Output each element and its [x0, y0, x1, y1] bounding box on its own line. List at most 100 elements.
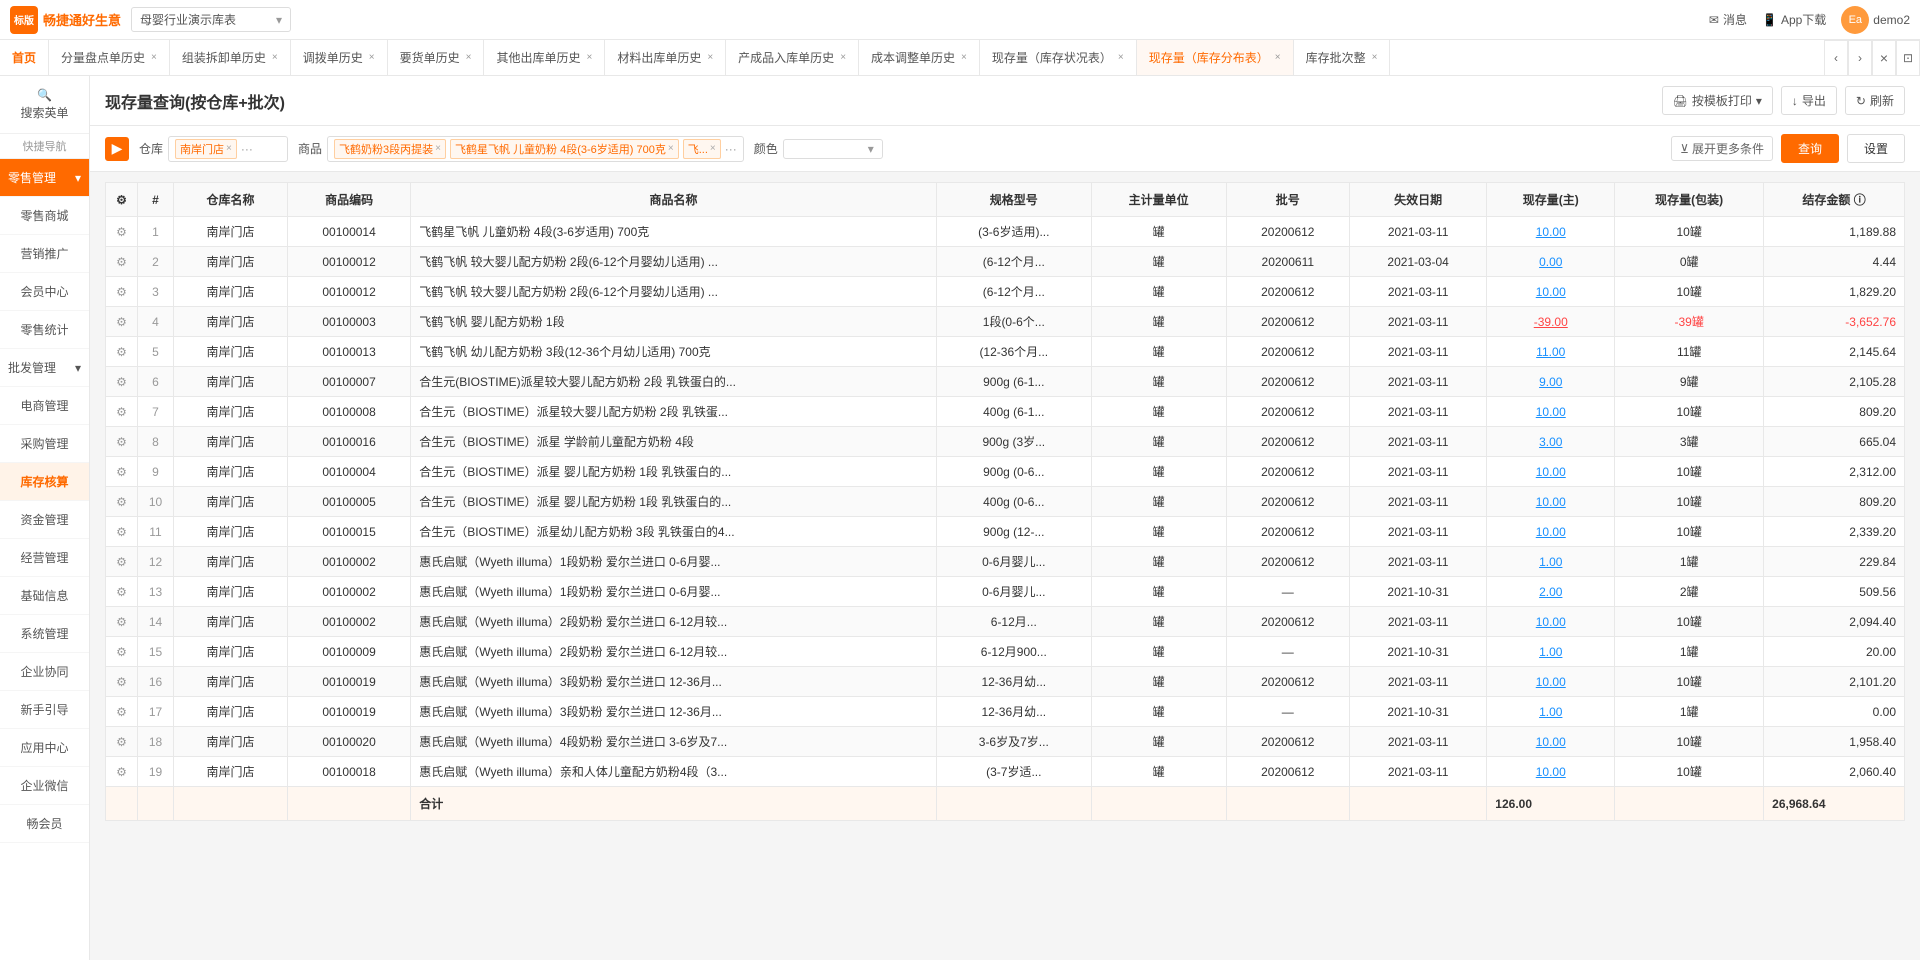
tab-home[interactable]: 首页: [0, 40, 49, 76]
row-qty-main[interactable]: 2.00: [1487, 577, 1615, 607]
row-gear[interactable]: ⚙: [106, 247, 138, 277]
close-icon[interactable]: ×: [586, 52, 592, 63]
close-icon[interactable]: ×: [961, 52, 967, 63]
close-icon[interactable]: ×: [1372, 52, 1378, 63]
row-qty-main[interactable]: 10.00: [1487, 727, 1615, 757]
row-gear[interactable]: ⚙: [106, 337, 138, 367]
row-qty-main[interactable]: 10.00: [1487, 517, 1615, 547]
close-icon[interactable]: ×: [707, 52, 713, 63]
sidebar-item-appstore[interactable]: 应用中心: [0, 729, 89, 767]
search-english-button[interactable]: 🔍 搜索英单: [5, 84, 84, 125]
row-gear[interactable]: ⚙: [106, 517, 138, 547]
row-qty-main[interactable]: 1.00: [1487, 547, 1615, 577]
sidebar-item-member[interactable]: 会员中心: [0, 273, 89, 311]
sidebar-item-finance[interactable]: 资金管理: [0, 501, 89, 539]
tab-product-in[interactable]: 产成品入库单历史 ×: [726, 40, 859, 76]
row-qty-main[interactable]: 11.00: [1487, 337, 1615, 367]
sidebar-item-shop[interactable]: 零售商城: [0, 197, 89, 235]
warehouse-tag-group[interactable]: 南岸门店 × ···: [168, 136, 288, 162]
row-gear[interactable]: ⚙: [106, 607, 138, 637]
close-icon[interactable]: ×: [1118, 52, 1124, 63]
filter-more-icon[interactable]: ···: [241, 142, 253, 156]
close-icon[interactable]: ×: [272, 52, 278, 63]
sidebar-item-vip[interactable]: 畅会员: [0, 805, 89, 843]
filter-toggle-button[interactable]: ▶: [105, 137, 129, 161]
row-gear[interactable]: ⚙: [106, 277, 138, 307]
sidebar-item-stats[interactable]: 零售统计: [0, 311, 89, 349]
row-qty-main[interactable]: 10.00: [1487, 397, 1615, 427]
tag-remove-icon[interactable]: ×: [435, 143, 441, 154]
row-qty-main[interactable]: 10.00: [1487, 217, 1615, 247]
row-qty-main[interactable]: 10.00: [1487, 667, 1615, 697]
row-qty-main[interactable]: 10.00: [1487, 487, 1615, 517]
company-selector[interactable]: 母婴行业演示库表 ▾: [131, 7, 291, 32]
tab-require[interactable]: 要货单历史 ×: [388, 40, 485, 76]
tag-remove-icon[interactable]: ×: [668, 143, 674, 154]
tab-material-out[interactable]: 材料出库单历史 ×: [605, 40, 726, 76]
tab-mix[interactable]: 调拨单历史 ×: [291, 40, 388, 76]
print-button[interactable]: 🖨 按模板打印 ▾: [1662, 86, 1773, 115]
query-button[interactable]: 查询: [1781, 134, 1839, 163]
row-qty-main[interactable]: 10.00: [1487, 457, 1615, 487]
sidebar-item-ecommerce[interactable]: 电商管理: [0, 387, 89, 425]
close-icon[interactable]: ×: [151, 52, 157, 63]
close-icon[interactable]: ×: [466, 52, 472, 63]
row-gear[interactable]: ⚙: [106, 697, 138, 727]
row-qty-main[interactable]: 10.00: [1487, 757, 1615, 787]
export-button[interactable]: ↓ 导出: [1781, 86, 1837, 115]
sidebar-item-wholesale[interactable]: 批发管理 ▾: [0, 349, 89, 387]
row-gear[interactable]: ⚙: [106, 457, 138, 487]
sidebar-item-marketing[interactable]: 营销推广: [0, 235, 89, 273]
user-menu[interactable]: Ea demo2: [1841, 6, 1910, 34]
sidebar-item-system[interactable]: 系统管理: [0, 615, 89, 653]
tab-prev-arrow[interactable]: ‹: [1824, 40, 1848, 76]
message-button[interactable]: ✉ 消息: [1709, 11, 1747, 28]
tab-unpack[interactable]: 组装拆卸单历史 ×: [170, 40, 291, 76]
tab-stock-dist[interactable]: 现存量（库存分布表） ×: [1137, 40, 1294, 76]
row-gear[interactable]: ⚙: [106, 577, 138, 607]
tab-other-out[interactable]: 其他出库单历史 ×: [484, 40, 605, 76]
product-more-icon[interactable]: ···: [725, 142, 737, 156]
tab-split[interactable]: 分量盘点单历史 ×: [49, 40, 170, 76]
sidebar-item-inventory[interactable]: 库存核算: [0, 463, 89, 501]
sidebar-item-retail[interactable]: 零售管理 ▾: [0, 159, 89, 197]
row-gear[interactable]: ⚙: [106, 637, 138, 667]
row-gear[interactable]: ⚙: [106, 757, 138, 787]
close-icon[interactable]: ×: [1275, 52, 1281, 63]
close-icon[interactable]: ×: [840, 52, 846, 63]
row-gear[interactable]: ⚙: [106, 367, 138, 397]
refresh-button[interactable]: ↻ 刷新: [1845, 86, 1905, 115]
sidebar-item-management[interactable]: 经营管理: [0, 539, 89, 577]
sidebar-item-purchase[interactable]: 采购管理: [0, 425, 89, 463]
tab-stock-status[interactable]: 现存量（库存状况表） ×: [980, 40, 1137, 76]
sidebar-item-guide[interactable]: 新手引导: [0, 691, 89, 729]
app-download-button[interactable]: 📱 App下载: [1762, 11, 1826, 28]
tab-batch[interactable]: 库存批次整 ×: [1294, 40, 1391, 76]
row-qty-main[interactable]: 10.00: [1487, 277, 1615, 307]
close-icon[interactable]: ×: [369, 52, 375, 63]
row-qty-main[interactable]: 0.00: [1487, 247, 1615, 277]
row-qty-main[interactable]: 1.00: [1487, 637, 1615, 667]
expand-conditions-button[interactable]: ⊻ 展开更多条件: [1671, 136, 1773, 161]
tag-remove-icon[interactable]: ×: [226, 143, 232, 154]
row-qty-main[interactable]: 1.00: [1487, 697, 1615, 727]
tab-close-all[interactable]: ×: [1872, 40, 1896, 76]
product-tag-group[interactable]: 飞鹤奶粉3段丙提装 × 飞鹤星飞帆 儿童奶粉 4段(3-6岁适用) 700克 ×…: [327, 136, 744, 162]
sidebar-item-basic[interactable]: 基础信息: [0, 577, 89, 615]
row-qty-main[interactable]: 9.00: [1487, 367, 1615, 397]
row-gear[interactable]: ⚙: [106, 217, 138, 247]
settings-button[interactable]: 设置: [1847, 134, 1905, 163]
row-qty-main[interactable]: 3.00: [1487, 427, 1615, 457]
tab-next-arrow[interactable]: ›: [1848, 40, 1872, 76]
tab-cost-adj[interactable]: 成本调整单历史 ×: [859, 40, 980, 76]
sidebar-item-wechat[interactable]: 企业微信: [0, 767, 89, 805]
row-gear[interactable]: ⚙: [106, 667, 138, 697]
color-select[interactable]: ▾: [783, 139, 883, 159]
tag-remove-icon[interactable]: ×: [710, 143, 716, 154]
row-qty-main[interactable]: 10.00: [1487, 607, 1615, 637]
row-qty-main[interactable]: -39.00: [1487, 307, 1615, 337]
row-gear[interactable]: ⚙: [106, 487, 138, 517]
row-gear[interactable]: ⚙: [106, 307, 138, 337]
row-gear[interactable]: ⚙: [106, 427, 138, 457]
row-gear[interactable]: ⚙: [106, 547, 138, 577]
